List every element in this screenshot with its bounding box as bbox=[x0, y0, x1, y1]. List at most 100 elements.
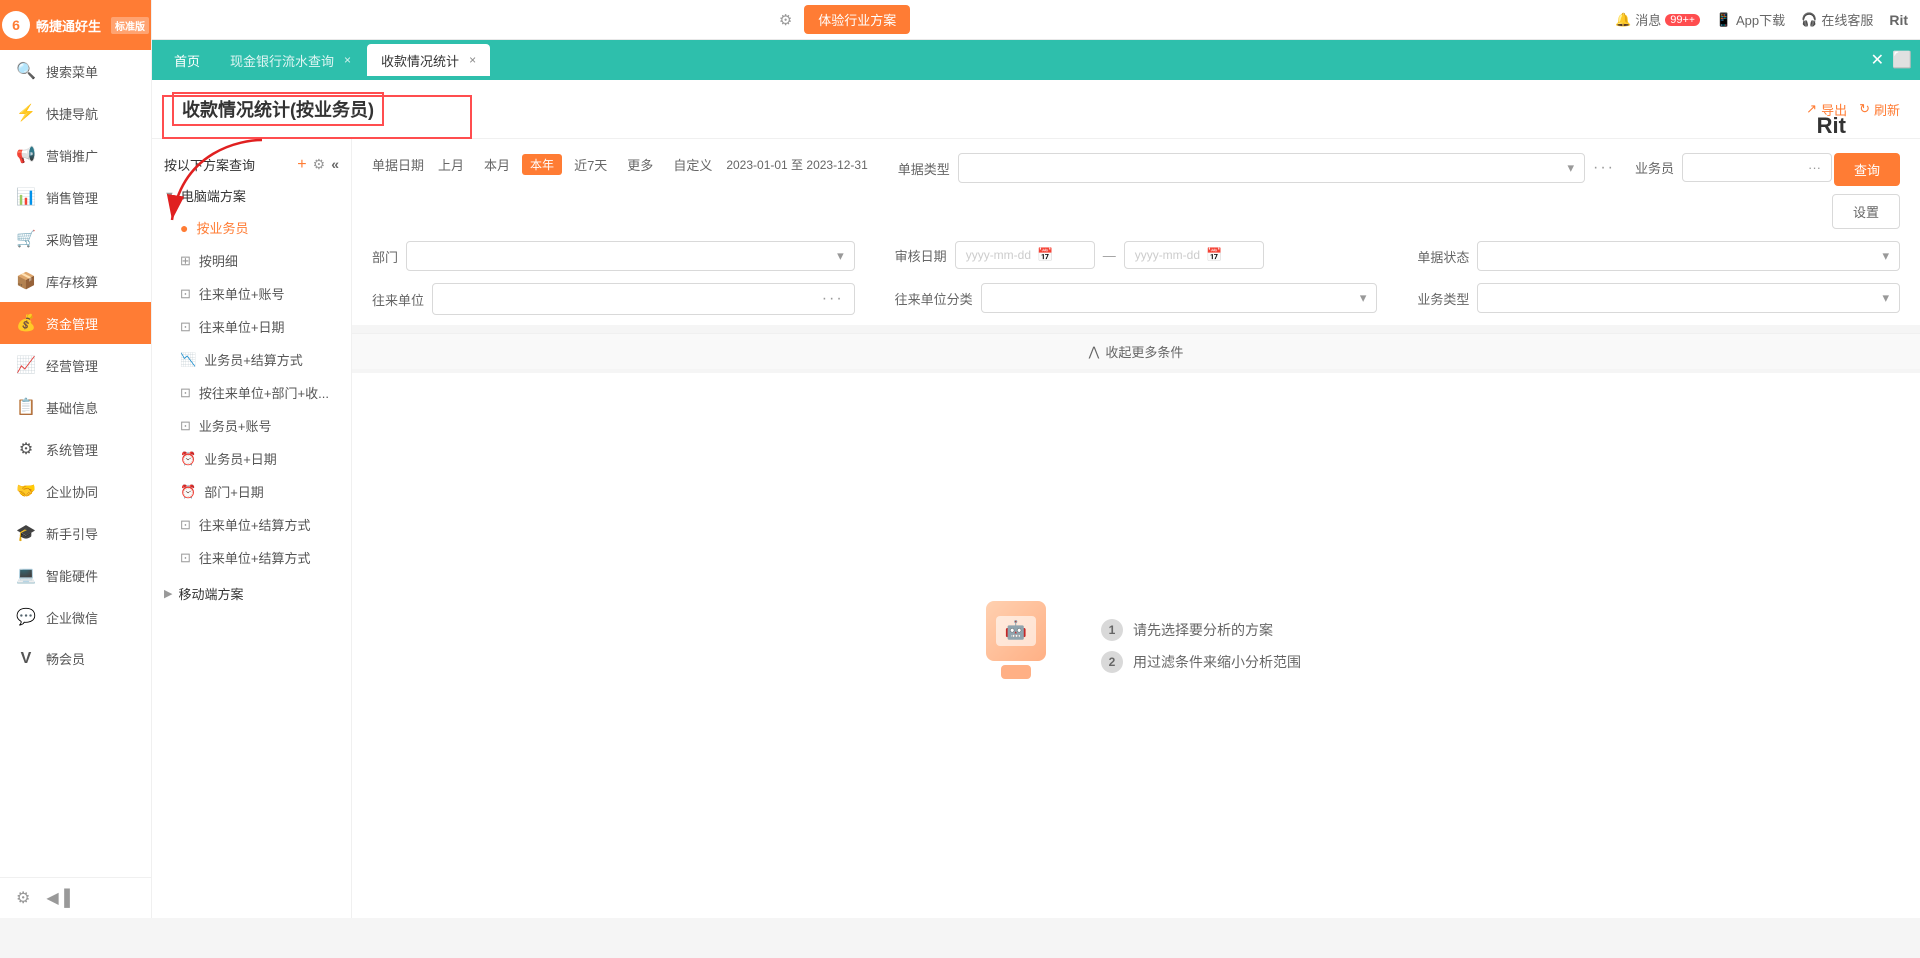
collapse-sidebar-icon[interactable]: ◀▐ bbox=[46, 888, 70, 908]
sidebar-label-operation: 经营管理 bbox=[46, 356, 98, 375]
app-download-button[interactable]: 📱 App下载 bbox=[1716, 10, 1785, 29]
sidebar-item-guide[interactable]: 🎓 新手引导 bbox=[0, 512, 151, 554]
salesperson-filter-label: 业务员 bbox=[1635, 158, 1674, 177]
scheme-item-salesperson-settle[interactable]: 📉 业务员+结算方式 bbox=[152, 343, 351, 376]
online-service-button[interactable]: 🎧 在线客服 bbox=[1801, 10, 1873, 29]
panel-collapse-button[interactable]: « bbox=[331, 156, 339, 174]
trial-industry-button[interactable]: 体验行业方案 bbox=[804, 5, 910, 34]
biz-type-arrow: ▾ bbox=[1882, 290, 1889, 306]
salesperson-date-icon: ⏰ bbox=[180, 451, 196, 467]
scheme-label-partner-settle2: 往来单位+结算方式 bbox=[199, 548, 311, 567]
review-date-start[interactable]: yyyy-mm-dd 📅 bbox=[955, 241, 1095, 269]
collapse-more-conditions-button[interactable]: ⋀ 收起更多条件 bbox=[352, 333, 1920, 369]
add-scheme-button[interactable]: + bbox=[297, 156, 306, 174]
messages-badge: 99++ bbox=[1665, 14, 1700, 26]
date-tab-thisyear[interactable]: 本年 bbox=[522, 154, 562, 175]
tab-home[interactable]: 首页 bbox=[160, 51, 214, 70]
date-label: 单据日期 bbox=[372, 155, 424, 174]
sidebar-item-finance[interactable]: 💰 资金管理 bbox=[0, 302, 151, 344]
sidebar-item-system[interactable]: ⚙ 系统管理 bbox=[0, 428, 151, 470]
weixin-icon: 💬 bbox=[16, 607, 36, 627]
tab-cashflow[interactable]: 现金银行流水查询 × bbox=[216, 44, 365, 76]
query-button[interactable]: 查询 bbox=[1834, 153, 1900, 186]
messages-button[interactable]: 🔔 消息 99++ bbox=[1615, 10, 1700, 29]
tab-cashflow-close[interactable]: × bbox=[344, 53, 351, 67]
settings-bottom-icon[interactable]: ⚙ bbox=[16, 888, 30, 908]
scheme-settings-icon[interactable]: ⚙ bbox=[313, 156, 326, 174]
partner-dept-icon: ⊡ bbox=[180, 385, 191, 401]
scheme-item-partner-dept[interactable]: ⊡ 按往来单位+部门+收... bbox=[152, 376, 351, 409]
finance-icon: 💰 bbox=[16, 313, 36, 333]
desktop-group-title[interactable]: ▼ 电脑端方案 bbox=[152, 180, 351, 211]
date-tab-lastmonth[interactable]: 上月 bbox=[430, 153, 472, 176]
scheme-label-partner-account: 往来单位+账号 bbox=[199, 284, 285, 303]
window-close-icon[interactable]: ✕ bbox=[1871, 50, 1884, 70]
sidebar-item-inventory[interactable]: 📦 库存核算 bbox=[0, 260, 151, 302]
review-start-placeholder: yyyy-mm-dd bbox=[966, 248, 1031, 262]
scheme-item-salesperson-date[interactable]: ⏰ 业务员+日期 bbox=[152, 442, 351, 475]
partner-account-icon: ⊡ bbox=[180, 286, 191, 302]
user-menu[interactable]: Rit bbox=[1889, 12, 1908, 28]
tab-collection[interactable]: 收款情况统计 × bbox=[367, 44, 490, 76]
chevron-down-icon: ▼ bbox=[164, 190, 175, 202]
partner-more[interactable]: ··· bbox=[822, 290, 844, 308]
date-tab-thismonth[interactable]: 本月 bbox=[476, 153, 518, 176]
sidebar-item-basic[interactable]: 📋 基础信息 bbox=[0, 386, 151, 428]
dept-select[interactable]: ▾ bbox=[406, 241, 855, 271]
doctype-select[interactable]: ▾ bbox=[958, 153, 1585, 183]
doctype-label: 单据类型 bbox=[898, 159, 950, 178]
partner-select[interactable]: ··· bbox=[432, 283, 855, 315]
scheme-item-salesperson-account[interactable]: ⊡ 业务员+账号 bbox=[152, 409, 351, 442]
window-maximize-icon[interactable]: ⬜ bbox=[1892, 50, 1912, 70]
set-button[interactable]: 设置 bbox=[1832, 194, 1900, 229]
sidebar-item-weixin[interactable]: 💬 企业微信 bbox=[0, 596, 151, 638]
empty-step-2: 2 用过滤条件来缩小分析范围 bbox=[1101, 651, 1301, 673]
tab-collection-close[interactable]: × bbox=[469, 53, 476, 67]
date-tab-7days[interactable]: 近7天 bbox=[566, 153, 615, 176]
partner-type-label: 往来单位分类 bbox=[895, 289, 973, 308]
edition-badge: 标准版 bbox=[111, 17, 149, 34]
sidebar-item-marketing[interactable]: 📢 营销推广 bbox=[0, 134, 151, 176]
sidebar-bottom: ⚙ ◀▐ bbox=[0, 877, 151, 918]
date-tab-more[interactable]: 更多 bbox=[619, 153, 661, 176]
review-date-end[interactable]: yyyy-mm-dd 📅 bbox=[1124, 241, 1264, 269]
scheme-label-salesperson-account: 业务员+账号 bbox=[199, 416, 272, 435]
gear-icon[interactable]: ⚙ bbox=[779, 11, 792, 29]
filter-actions: 查询 设置 bbox=[1832, 153, 1900, 229]
biz-type-select[interactable]: ▾ bbox=[1477, 283, 1900, 313]
member-icon: V bbox=[16, 650, 36, 668]
scheme-label-dept-date: 部门+日期 bbox=[204, 482, 264, 501]
sidebar-item-purchase[interactable]: 🛒 采购管理 bbox=[0, 218, 151, 260]
sidebar-label-marketing: 营销推广 bbox=[46, 146, 98, 165]
scheme-item-partner-settle1[interactable]: ⊡ 往来单位+结算方式 bbox=[152, 508, 351, 541]
scheme-label-detail: 按明细 bbox=[199, 251, 238, 270]
tab-home-label: 首页 bbox=[174, 54, 200, 69]
mobile-scheme-group: ▶ 移动端方案 bbox=[152, 578, 351, 609]
calendar-icon: 📅 bbox=[1037, 247, 1053, 263]
sidebar-item-collab[interactable]: 🤝 企业协同 bbox=[0, 470, 151, 512]
mobile-group-title[interactable]: ▶ 移动端方案 bbox=[152, 578, 351, 609]
scheme-item-dept-date[interactable]: ⏰ 部门+日期 bbox=[152, 475, 351, 508]
sidebar-label-basic: 基础信息 bbox=[46, 398, 98, 417]
sidebar-item-operation[interactable]: 📈 经营管理 bbox=[0, 344, 151, 386]
doctype-more[interactable]: ··· bbox=[1593, 159, 1615, 177]
partner-type-select[interactable]: ▾ bbox=[981, 283, 1378, 313]
inventory-icon: 📦 bbox=[16, 271, 36, 291]
scheme-item-partner-settle2[interactable]: ⊡ 往来单位+结算方式 bbox=[152, 541, 351, 574]
scheme-item-partner-date[interactable]: ⊡ 往来单位+日期 bbox=[152, 310, 351, 343]
sidebar-item-shortcut[interactable]: ⚡ 快捷导航 bbox=[0, 92, 151, 134]
filter-field-biz-type: 业务类型 ▾ bbox=[1417, 283, 1900, 313]
sidebar-item-sales[interactable]: 📊 销售管理 bbox=[0, 176, 151, 218]
date-tab-custom[interactable]: 自定义 bbox=[665, 153, 720, 176]
scheme-item-salesperson[interactable]: ● 按业务员 bbox=[152, 211, 351, 244]
scheme-item-partner-account[interactable]: ⊡ 往来单位+账号 bbox=[152, 277, 351, 310]
salesperson-select[interactable]: ··· bbox=[1682, 153, 1832, 182]
doc-status-select[interactable]: ▾ bbox=[1477, 241, 1900, 271]
sidebar-item-search[interactable]: 🔍 搜索菜单 bbox=[0, 50, 151, 92]
sidebar-item-member[interactable]: V 畅会员 bbox=[0, 638, 151, 679]
refresh-button[interactable]: ↻ 刷新 bbox=[1859, 100, 1900, 119]
date-separator: — bbox=[1103, 248, 1116, 263]
filter-field-doctype: 单据类型 ▾ ··· bbox=[898, 153, 1615, 183]
scheme-item-detail[interactable]: ⊞ 按明细 bbox=[152, 244, 351, 277]
sidebar-item-hardware[interactable]: 💻 智能硬件 bbox=[0, 554, 151, 596]
